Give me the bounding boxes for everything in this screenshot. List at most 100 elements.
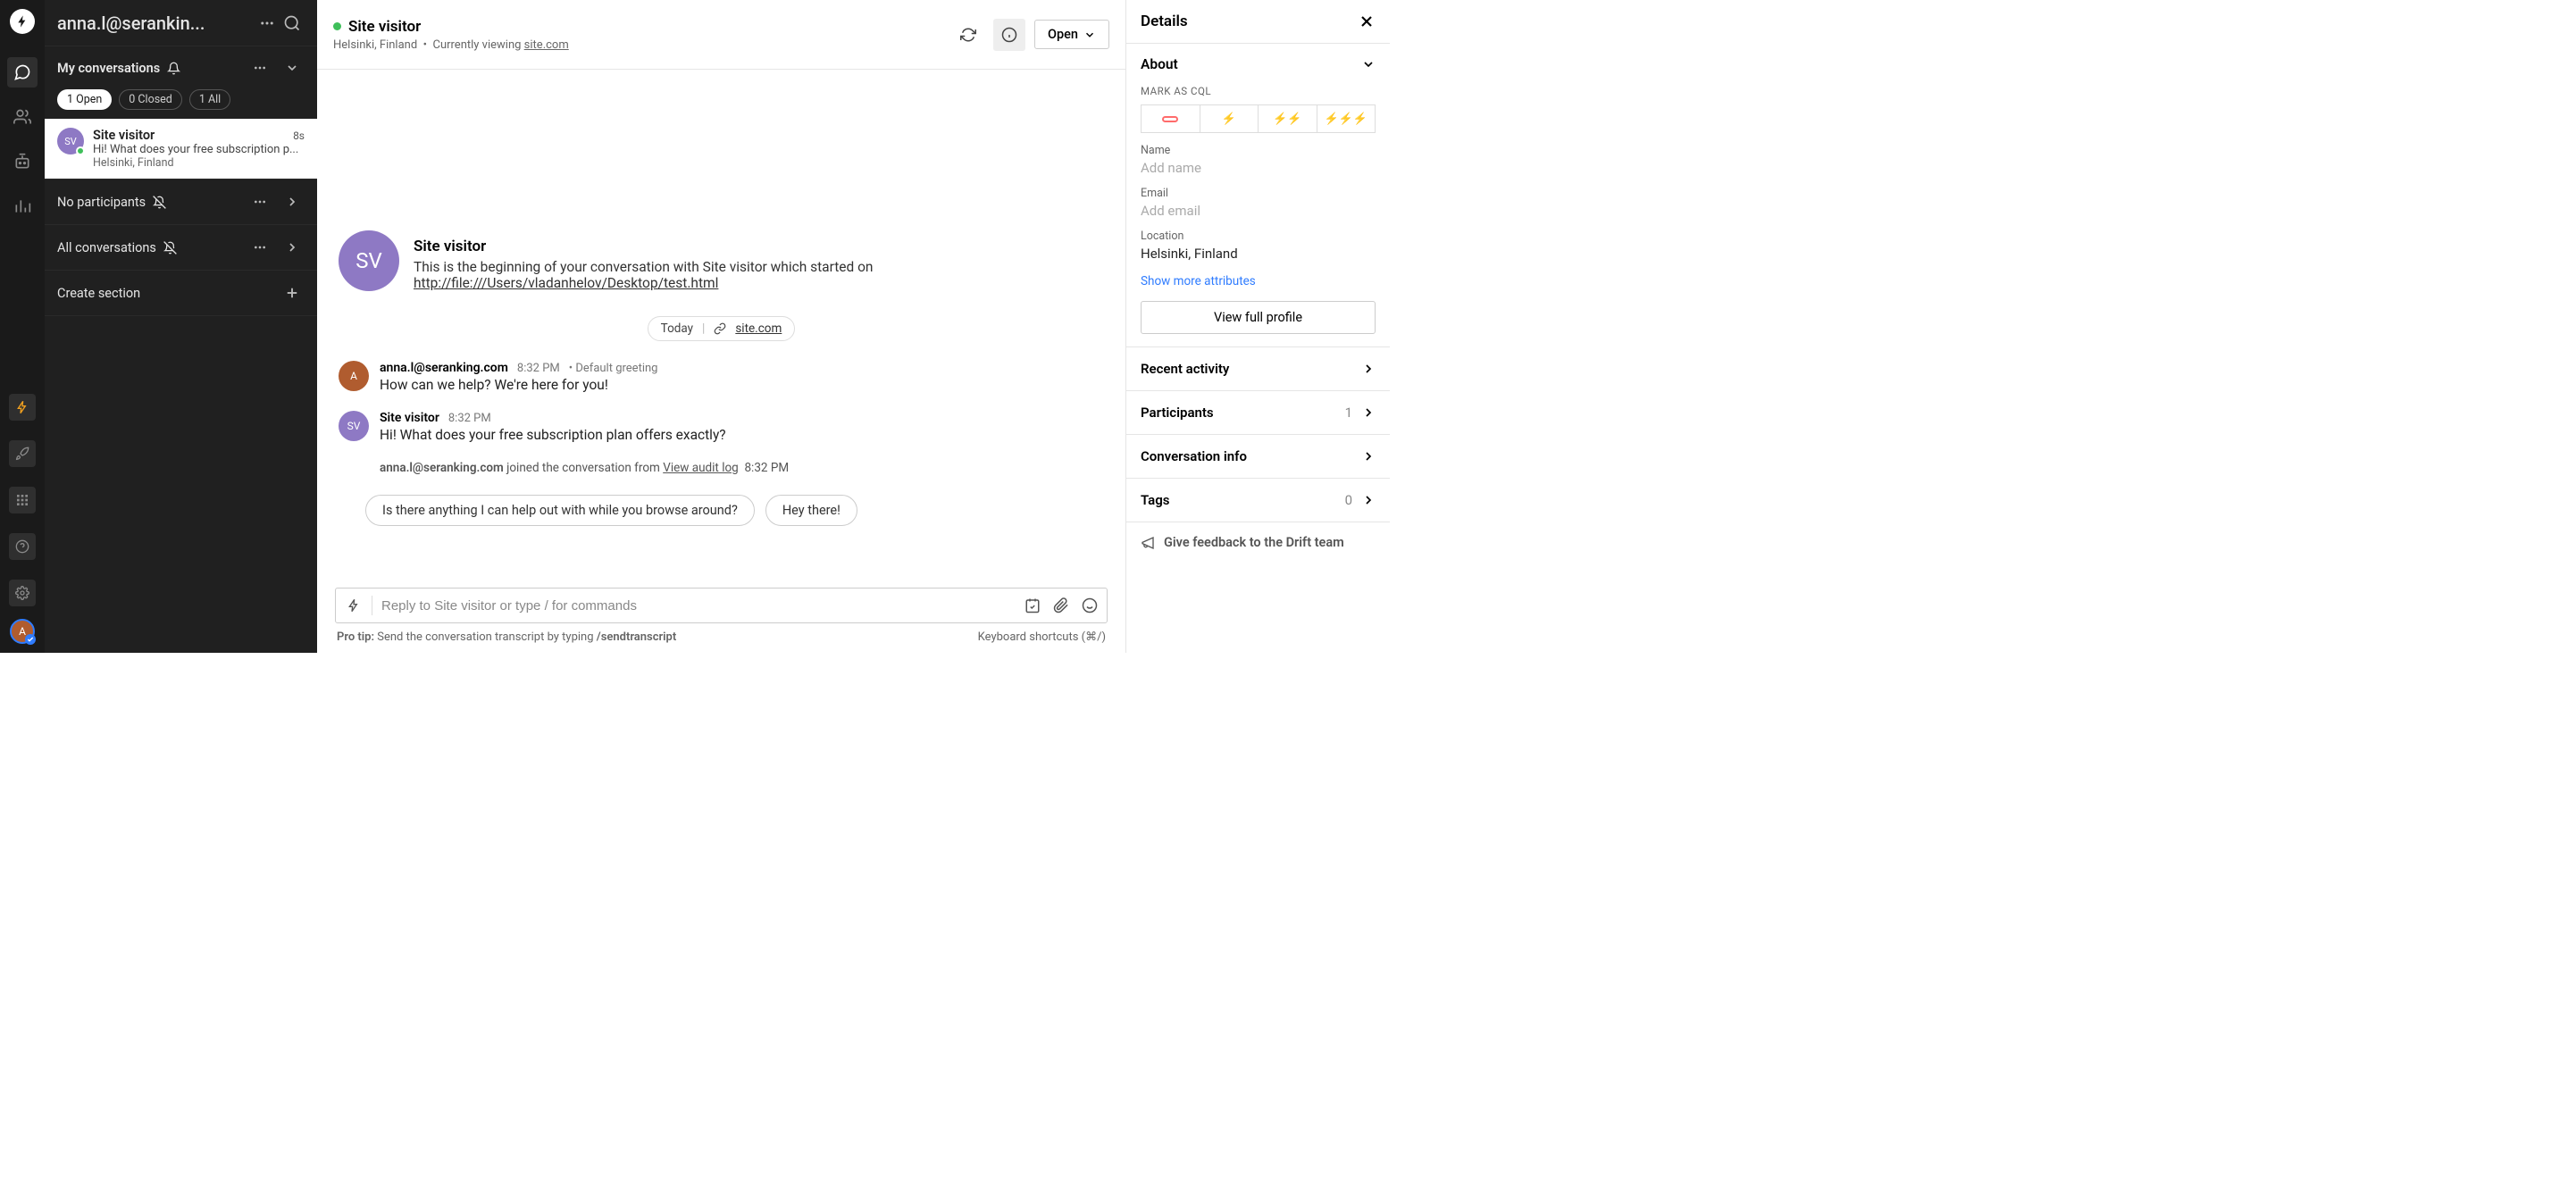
conversation-sidebar: anna.l@serankin... My conversations 1 Op…	[45, 0, 317, 653]
chat-main: Site visitor Helsinki, Finland • Current…	[317, 0, 1125, 653]
name-field[interactable]: Add name	[1141, 160, 1376, 176]
email-label: Email	[1141, 187, 1376, 200]
more-icon[interactable]	[247, 189, 272, 214]
details-title: Details	[1141, 13, 1188, 30]
bolt-icon[interactable]	[345, 598, 363, 613]
show-more-link[interactable]: Show more attributes	[1141, 274, 1256, 288]
plus-icon[interactable]	[280, 280, 305, 305]
nav-rocket-icon[interactable]	[9, 440, 36, 467]
location-label: Location	[1141, 230, 1376, 243]
chip-all[interactable]: 1 All	[189, 89, 230, 110]
visitor-big-avatar: SV	[339, 230, 399, 291]
conv-start-name: Site visitor	[414, 238, 1104, 255]
chip-open[interactable]: 1 Open	[57, 89, 112, 110]
online-dot	[333, 22, 341, 30]
conv-preview: Hi! What does your free subscription p..…	[93, 143, 305, 156]
no-participants-row[interactable]: No participants	[45, 179, 317, 224]
conv-start-text: This is the beginning of your conversati…	[414, 259, 1104, 291]
msg-text: How can we help? We're here for you!	[380, 377, 1104, 393]
bell-icon	[167, 62, 180, 75]
msg-avatar: A	[339, 361, 369, 391]
msg-time: 8:32 PM	[448, 412, 491, 425]
tags-row[interactable]: Tags0	[1126, 478, 1390, 522]
conv-avatar: SV	[57, 128, 84, 154]
all-conversations-row[interactable]: All conversations	[45, 224, 317, 270]
audit-log-link[interactable]: View audit log	[663, 461, 739, 475]
pro-tip: Pro tip: Send the conversation transcrip…	[337, 630, 676, 644]
message: SV Site visitor 8:32 PM Hi! What does you…	[339, 411, 1104, 443]
msg-avatar: SV	[339, 411, 369, 441]
section-more-icon[interactable]	[247, 55, 272, 80]
bell-off-icon	[153, 196, 166, 209]
create-section-row[interactable]: Create section	[45, 270, 317, 316]
calendar-icon[interactable]	[1025, 597, 1041, 614]
emoji-icon[interactable]	[1082, 597, 1098, 614]
chevron-right-icon[interactable]	[280, 189, 305, 214]
message: A anna.l@seranking.com8:32 PM• Default g…	[339, 361, 1104, 393]
link-icon	[714, 322, 726, 335]
cql-1[interactable]: ⚡	[1200, 104, 1259, 133]
suggestion-pill[interactable]: Is there anything I can help out with wh…	[365, 495, 755, 526]
viewing-site-link[interactable]: site.com	[524, 38, 569, 52]
bell-off-icon	[163, 241, 177, 255]
system-message: anna.l@seranking.com joined the conversa…	[380, 461, 1104, 475]
open-status-button[interactable]: Open	[1034, 20, 1109, 49]
mark-cql-label: MARK AS CQL	[1141, 85, 1376, 97]
date-site-pill: Today| site.com	[648, 316, 796, 341]
keyboard-shortcuts[interactable]: Keyboard shortcuts (⌘/)	[978, 630, 1106, 644]
nav-bot-icon[interactable]	[7, 146, 38, 177]
chevron-right-icon[interactable]	[280, 235, 305, 260]
nav-settings-icon[interactable]	[9, 580, 36, 606]
cql-none[interactable]	[1141, 104, 1200, 133]
reply-input[interactable]	[381, 598, 1016, 614]
cql-3[interactable]: ⚡⚡⚡	[1317, 104, 1376, 133]
details-panel: Details About MARK AS CQL ⚡ ⚡⚡ ⚡⚡⚡ Name …	[1125, 0, 1390, 653]
info-icon[interactable]	[993, 19, 1025, 51]
megaphone-icon	[1141, 536, 1155, 550]
refresh-icon[interactable]	[952, 19, 984, 51]
chevron-down-icon[interactable]	[280, 55, 305, 80]
conv-location: Helsinki, Finland	[93, 156, 305, 170]
conversation-item[interactable]: SV Site visitor 8s Hi! What does your fr…	[45, 119, 317, 179]
chat-subtitle: Helsinki, Finland • Currently viewing si…	[333, 38, 952, 52]
msg-text: Hi! What does your free subscription pla…	[380, 427, 1104, 443]
msg-author: anna.l@seranking.com	[380, 361, 508, 375]
conversation-info-row[interactable]: Conversation info	[1126, 434, 1390, 478]
email-field[interactable]: Add email	[1141, 203, 1376, 219]
cql-2[interactable]: ⚡⚡	[1258, 104, 1317, 133]
cql-selector: ⚡ ⚡⚡ ⚡⚡⚡	[1141, 104, 1376, 133]
nav-conversations-icon[interactable]	[7, 57, 38, 88]
nav-help-icon[interactable]	[9, 533, 36, 560]
more-icon[interactable]	[247, 235, 272, 260]
about-header[interactable]: About	[1141, 56, 1376, 72]
close-icon[interactable]	[1358, 13, 1376, 30]
sidebar-more-icon[interactable]	[255, 11, 280, 36]
location-value: Helsinki, Finland	[1141, 246, 1376, 262]
msg-author: Site visitor	[380, 411, 439, 425]
name-label: Name	[1141, 144, 1376, 157]
conv-name: Site visitor	[93, 128, 155, 143]
suggestion-pill[interactable]: Hey there!	[765, 495, 857, 526]
nav-contacts-icon[interactable]	[7, 102, 38, 132]
drift-logo[interactable]	[10, 9, 35, 34]
feedback-row[interactable]: Give feedback to the Drift team	[1126, 522, 1390, 563]
chat-title: Site visitor	[348, 18, 421, 36]
conv-time: 8s	[293, 129, 305, 142]
chip-closed[interactable]: 0 Closed	[119, 89, 182, 110]
recent-activity-row[interactable]: Recent activity	[1126, 346, 1390, 390]
nav-reports-icon[interactable]	[7, 191, 38, 221]
user-avatar[interactable]: A	[10, 619, 35, 644]
conv-start-link[interactable]: http://file:///Users/vladanhelov/Desktop…	[414, 275, 718, 291]
sidebar-title: anna.l@serankin...	[57, 13, 255, 34]
composer[interactable]	[335, 588, 1108, 623]
participants-row[interactable]: Participants1	[1126, 390, 1390, 434]
left-rail: A	[0, 0, 45, 653]
sidebar-search-icon[interactable]	[280, 11, 305, 36]
nav-bolt-icon[interactable]	[9, 394, 36, 421]
view-full-profile-button[interactable]: View full profile	[1141, 301, 1376, 334]
my-conversations-header[interactable]: My conversations	[45, 46, 317, 89]
msg-time: 8:32 PM	[517, 362, 560, 375]
pill-site-link[interactable]: site.com	[735, 321, 782, 336]
attachment-icon[interactable]	[1053, 597, 1069, 614]
nav-apps-icon[interactable]	[9, 487, 36, 513]
